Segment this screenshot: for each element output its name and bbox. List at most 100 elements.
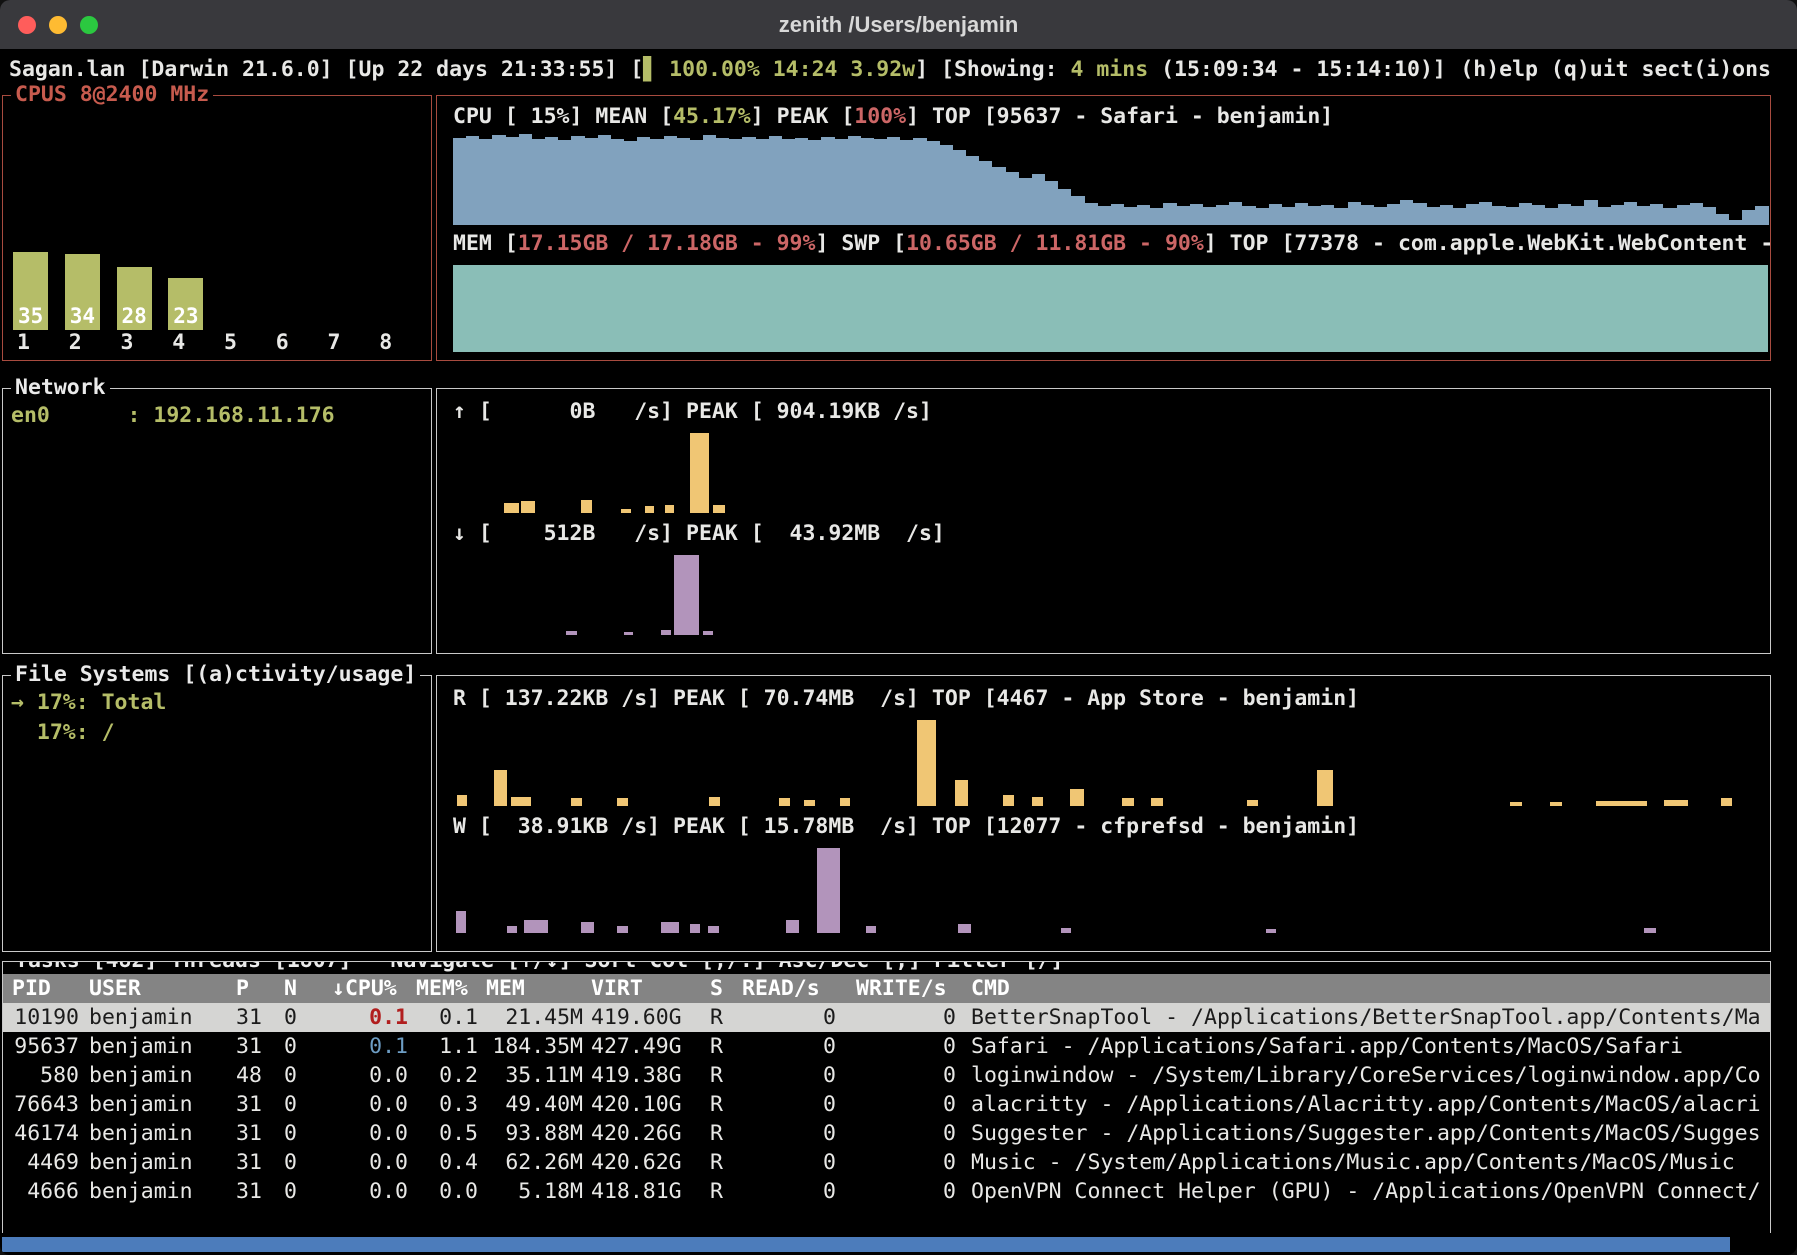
titlebar: zenith /Users/benjamin	[0, 0, 1797, 50]
cell-cmd: Suggester - /Applications/Suggester.app/…	[971, 1119, 1770, 1148]
cell-mem_pct: 1.1	[416, 1032, 486, 1061]
cell-write: 0	[856, 1032, 971, 1061]
cell-mem_pct: 0.5	[416, 1119, 486, 1148]
cell-cmd: alacritty - /Applications/Alacritty.app/…	[971, 1090, 1770, 1119]
section-indicator-bar	[2, 1237, 1730, 1252]
fs-root-line[interactable]: 17%: /	[11, 718, 423, 748]
fs-total-line[interactable]: → 17%: Total	[11, 688, 423, 718]
column-header-cmd[interactable]: CMD	[971, 974, 1770, 1003]
disk-write-line: W [ 38.91KB /s] PEAK [ 15.78MB /s] TOP […	[453, 812, 1768, 842]
column-header-user[interactable]: USER	[89, 974, 236, 1003]
battery-icon: ▋	[643, 57, 656, 82]
mem-value: 17.15GB / 17.18GB - 99%	[518, 231, 816, 256]
minimize-button[interactable]	[49, 16, 67, 34]
cell-p: 31	[236, 1177, 284, 1206]
cell-virt: 420.26G	[591, 1119, 710, 1148]
tasks-panel-title: Tasks [482] Threads [1807] Navigate [↑/↓…	[11, 961, 1067, 974]
cell-mem_pct: 0.4	[416, 1148, 486, 1177]
cell-virt: 427.49G	[591, 1032, 710, 1061]
status-line: Sagan.lan [Darwin 21.6.0] [Up 22 days 21…	[0, 50, 1797, 88]
column-header-s[interactable]: S	[710, 974, 742, 1003]
network-history-panel: ↑ [ 0B /s] PEAK [ 904.19KB /s] ↓ [ 512B …	[436, 388, 1771, 654]
process-table: 10190benjamin3100.10.121.45M419.60GR00Be…	[3, 1003, 1770, 1206]
os-version: [Darwin 21.6.0]	[126, 57, 333, 82]
cell-write: 0	[856, 1090, 971, 1119]
cell-cpu: 0.1	[332, 1003, 416, 1032]
column-header-p[interactable]: P	[236, 974, 284, 1003]
cell-read: 0	[742, 1032, 856, 1061]
table-row[interactable]: 95637benjamin3100.11.1184.35M427.49GR00S…	[3, 1032, 1770, 1061]
terminal-window: zenith /Users/benjamin Sagan.lan [Darwin…	[0, 0, 1797, 1255]
cell-write: 0	[856, 1003, 971, 1032]
core-bar-slot: 28	[115, 106, 167, 330]
cell-mem_pct: 0.0	[416, 1177, 486, 1206]
cell-mem: 62.26M	[486, 1148, 591, 1177]
window-title: zenith /Users/benjamin	[0, 12, 1797, 38]
cell-p: 31	[236, 1003, 284, 1032]
cell-cpu: 0.0	[332, 1177, 416, 1206]
help-shortcuts: (h)elp (q)uit sect(i)ons	[1460, 57, 1771, 82]
table-row[interactable]: 4666benjamin3100.00.05.18M418.81GR00Open…	[3, 1177, 1770, 1206]
mem-top-process: ] TOP [77378 - com.apple.WebKit.WebConte…	[1204, 231, 1771, 256]
cell-cpu: 0.0	[332, 1061, 416, 1090]
cell-virt: 419.38G	[591, 1061, 710, 1090]
cell-n: 0	[284, 1119, 332, 1148]
traffic-lights	[18, 0, 98, 49]
cell-user: benjamin	[89, 1003, 236, 1032]
column-header-mem_pct[interactable]: MEM%	[416, 974, 486, 1003]
table-row[interactable]: 10190benjamin3100.10.121.45M419.60GR00Be…	[3, 1003, 1770, 1032]
cell-write: 0	[856, 1177, 971, 1206]
zoom-button[interactable]	[80, 16, 98, 34]
cell-read: 0	[742, 1061, 856, 1090]
core-bar-slot	[322, 106, 374, 330]
table-row[interactable]: 4469benjamin3100.00.462.26M420.62GR00Mus…	[3, 1148, 1770, 1177]
close-button[interactable]	[18, 16, 36, 34]
cell-mem: 21.45M	[486, 1003, 591, 1032]
core-bar-slot: 34	[63, 106, 115, 330]
column-header-pid[interactable]: PID	[12, 974, 89, 1003]
cpu-history-panel: CPU [ 15%] MEAN [45.17%] PEAK [100%] TOP…	[436, 95, 1771, 361]
cell-mem_pct: 0.2	[416, 1061, 486, 1090]
table-row[interactable]: 76643benjamin3100.00.349.40M420.10GR00al…	[3, 1090, 1770, 1119]
cell-mem: 93.88M	[486, 1119, 591, 1148]
cell-cmd: loginwindow - /System/Library/CoreServic…	[971, 1061, 1770, 1090]
column-header-read[interactable]: READ/s	[742, 974, 856, 1003]
table-row[interactable]: 580benjamin4800.00.235.11M419.38GR00logi…	[3, 1061, 1770, 1090]
core-bar-slot	[373, 106, 425, 330]
cell-cpu: 0.1	[332, 1032, 416, 1061]
cell-pid: 580	[12, 1061, 89, 1090]
column-header-virt[interactable]: VIRT	[591, 974, 710, 1003]
filesystems-panel-title: File Systems [(a)ctivity/usage]	[11, 662, 420, 688]
cpu-current: CPU [ 15%] MEAN [	[453, 104, 673, 129]
cell-virt: 420.62G	[591, 1148, 710, 1177]
cell-mem: 35.11M	[486, 1061, 591, 1090]
cell-s: R	[710, 1003, 742, 1032]
table-row[interactable]: 46174benjamin3100.00.593.88M420.26GR00Su…	[3, 1119, 1770, 1148]
hostname: Sagan.lan	[9, 57, 126, 82]
column-header-write[interactable]: WRITE/s	[856, 974, 971, 1003]
network-up-line: ↑ [ 0B /s] PEAK [ 904.19KB /s]	[453, 397, 1768, 427]
cell-s: R	[710, 1061, 742, 1090]
cell-cpu: 0.0	[332, 1119, 416, 1148]
cell-p: 31	[236, 1090, 284, 1119]
column-header-cpu[interactable]: ↓CPU%	[332, 974, 416, 1003]
cell-p: 31	[236, 1148, 284, 1177]
cpu-cores-panel: CPUS 8@2400 MHz 35342823 12345678	[2, 95, 432, 361]
cpu-core-bars: 35342823	[11, 106, 425, 330]
uptime: [Up 22 days 21:33:55] [	[333, 57, 644, 82]
cpu-top-process: ] TOP [95637 - Safari - benjamin]	[906, 104, 1333, 129]
cell-user: benjamin	[89, 1061, 236, 1090]
cell-cmd: OpenVPN Connect Helper (GPU) - /Applicat…	[971, 1177, 1770, 1206]
showing-range: (15:09:34 - 15:14:10)]	[1148, 57, 1446, 82]
cell-pid: 4469	[12, 1148, 89, 1177]
column-header-n[interactable]: N	[284, 974, 332, 1003]
table-header: PIDUSERPN↓CPU%MEM%MEMVIRTSREAD/sWRITE/sC…	[3, 974, 1770, 1003]
cell-user: benjamin	[89, 1119, 236, 1148]
cell-mem_pct: 0.3	[416, 1090, 486, 1119]
cell-n: 0	[284, 1148, 332, 1177]
cell-cpu: 0.0	[332, 1090, 416, 1119]
cell-write: 0	[856, 1119, 971, 1148]
network-panel-title: Network	[11, 375, 110, 401]
column-header-mem[interactable]: MEM	[486, 974, 591, 1003]
cell-user: benjamin	[89, 1090, 236, 1119]
